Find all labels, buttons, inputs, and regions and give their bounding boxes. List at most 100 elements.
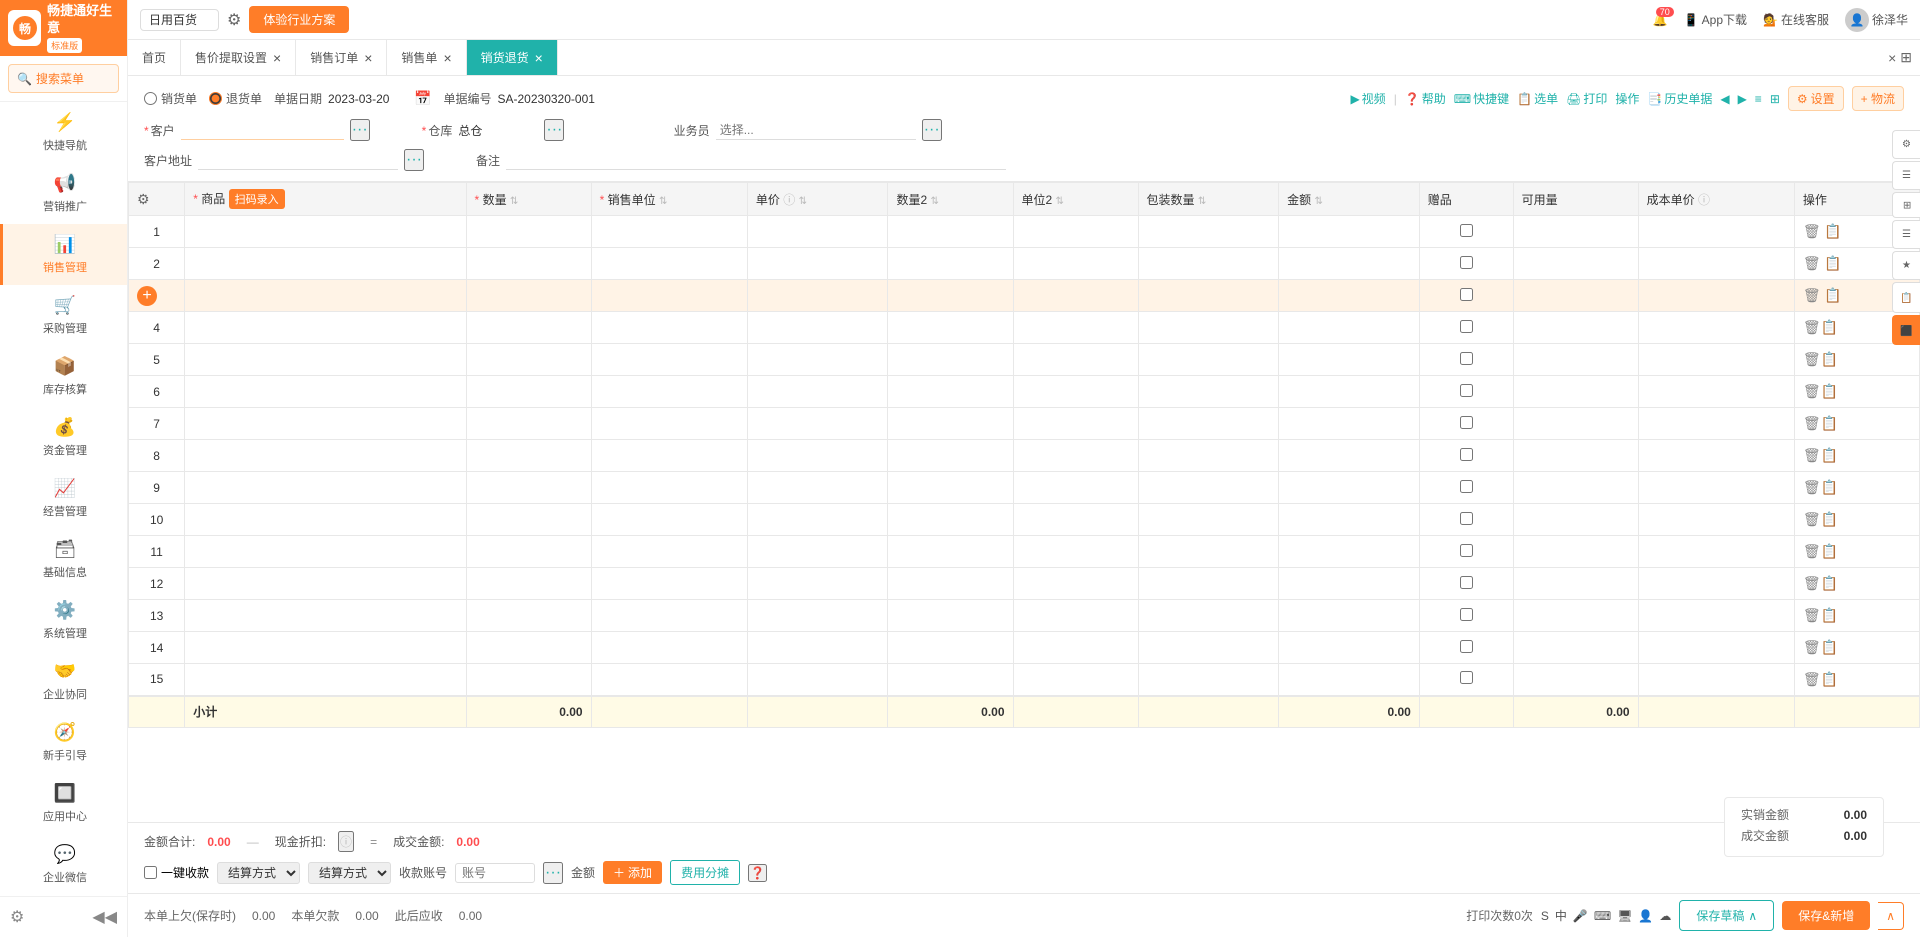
app-download-button[interactable]: 📱 App下载 xyxy=(1684,11,1747,28)
add-payment-button[interactable]: ＋ 添加 xyxy=(603,861,662,884)
notification-button[interactable]: 🔔 70 xyxy=(1653,11,1668,29)
copy-row-6-button[interactable]: 📋 xyxy=(1821,383,1838,400)
gift-checkbox-1[interactable] xyxy=(1460,224,1473,237)
price-sort-icon[interactable]: ⇅ xyxy=(799,196,807,207)
warehouse-select-button[interactable]: ··· xyxy=(544,119,564,141)
copy-row-5-button[interactable]: 📋 xyxy=(1821,351,1838,368)
form-settings-button[interactable]: ⚙ 设置 xyxy=(1788,86,1844,111)
calendar-button[interactable]: 📅 xyxy=(414,90,431,107)
video-button[interactable]: ▶ 视频 xyxy=(1350,90,1385,107)
sale-radio-label[interactable]: 销货单 xyxy=(144,90,197,107)
gift-checkbox-11[interactable] xyxy=(1460,544,1473,557)
row-3-product-input[interactable] xyxy=(193,289,457,303)
cash-discount-info-button[interactable]: ⓘ xyxy=(338,831,354,852)
row-2-product[interactable] xyxy=(185,248,466,280)
tab-order[interactable]: 销售订单 × xyxy=(296,40,387,76)
delete-row-12-button[interactable]: 🗑 xyxy=(1803,575,1821,592)
side-star-button[interactable]: ★ xyxy=(1892,251,1920,280)
tab-order-close[interactable]: × xyxy=(364,51,372,65)
online-service-button[interactable]: 💁 在线客服 xyxy=(1763,11,1829,28)
salesperson-input[interactable] xyxy=(716,121,916,140)
tab-sale[interactable]: 销售单 × xyxy=(387,40,466,76)
gift-checkbox-7[interactable] xyxy=(1460,416,1473,429)
row-2-cost[interactable] xyxy=(1638,248,1794,280)
one-click-payment-checkbox[interactable]: 一键收款 xyxy=(144,864,209,881)
copy-row-10-button[interactable]: 📋 xyxy=(1821,511,1838,528)
copy-row-4-button[interactable]: 📋 xyxy=(1821,319,1838,336)
sidebar-item-jingying[interactable]: 📈 经营管理 xyxy=(0,468,127,529)
delete-row-5-button[interactable]: 🗑 xyxy=(1803,351,1821,368)
return-radio[interactable] xyxy=(209,92,222,105)
help-button[interactable]: ❓ 帮助 xyxy=(1405,90,1446,107)
delete-row-8-button[interactable]: 🗑 xyxy=(1803,447,1821,464)
row-1-unit2[interactable] xyxy=(1013,216,1138,248)
select-order-button[interactable]: 📋 选单 xyxy=(1517,90,1558,107)
row-3-gift[interactable] xyxy=(1419,280,1513,312)
sidebar-item-jichu[interactable]: 🗃 基础信息 xyxy=(0,529,127,590)
add-logistics-button[interactable]: + 物流 xyxy=(1852,86,1904,111)
row-2-unit2[interactable] xyxy=(1013,248,1138,280)
row-3-unit[interactable] xyxy=(591,280,747,312)
qty2-sort-icon[interactable]: ⇅ xyxy=(931,196,939,207)
amount-sort-icon[interactable]: ⇅ xyxy=(1315,196,1323,207)
delete-row-11-button[interactable]: 🗑 xyxy=(1803,543,1821,560)
row-2-available[interactable] xyxy=(1513,248,1638,280)
salesperson-select-button[interactable]: ··· xyxy=(922,119,942,141)
row-3-pkg[interactable] xyxy=(1138,280,1279,312)
grid-view-button[interactable]: ⊞ xyxy=(1770,92,1780,106)
row-1-product[interactable] xyxy=(185,216,466,248)
industry-select[interactable]: 日用百货 xyxy=(140,9,219,31)
row-1-gift[interactable] xyxy=(1419,216,1513,248)
print-button[interactable]: 🖨 打印 xyxy=(1566,90,1607,107)
sidebar-item-xinshou[interactable]: 🧭 新手引导 xyxy=(0,712,127,773)
calc-method-select[interactable]: 结算方式 xyxy=(308,862,391,884)
side-active-button[interactable]: ⬛ xyxy=(1892,315,1920,345)
sale-radio[interactable] xyxy=(144,92,157,105)
copy-row-2-button[interactable]: 📋 xyxy=(1824,255,1841,272)
tab-maximize-button[interactable]: ⊞ xyxy=(1900,49,1912,66)
row-3-price[interactable] xyxy=(747,280,888,312)
sidebar-item-qiye[interactable]: 🤝 企业协同 xyxy=(0,651,127,712)
row-2-amount[interactable] xyxy=(1279,248,1420,280)
row-1-amount[interactable] xyxy=(1279,216,1420,248)
copy-row-11-button[interactable]: 📋 xyxy=(1821,543,1838,560)
delete-row-6-button[interactable]: 🗑 xyxy=(1803,383,1821,400)
save-split-button[interactable]: ∧ xyxy=(1878,902,1904,930)
sidebar-item-kuaijie[interactable]: ⚡ 快捷导航 xyxy=(0,102,127,163)
history-button[interactable]: 📑 历史单据 xyxy=(1647,90,1712,107)
operate-button[interactable]: 操作 xyxy=(1615,90,1639,107)
copy-row-1-button[interactable]: 📋 xyxy=(1824,223,1841,240)
delete-row-1-button[interactable]: 🗑 xyxy=(1803,223,1821,240)
sidebar-item-xiaoshou[interactable]: 📊 销售管理 xyxy=(0,224,127,285)
gift-checkbox-10[interactable] xyxy=(1460,512,1473,525)
delete-row-3-button[interactable]: 🗑 xyxy=(1803,287,1821,304)
row-3-available[interactable] xyxy=(1513,280,1638,312)
delete-row-9-button[interactable]: 🗑 xyxy=(1803,479,1821,496)
side-grid-button[interactable]: ⊞ xyxy=(1892,192,1920,218)
delete-row-14-button[interactable]: 🗑 xyxy=(1803,639,1821,656)
row-1-unit[interactable] xyxy=(591,216,747,248)
settlement-method-select[interactable]: 结算方式 xyxy=(217,862,300,884)
save-new-button[interactable]: 保存&新增 xyxy=(1782,901,1870,930)
topbar-gear-button[interactable]: ⚙ xyxy=(227,10,241,30)
qty-sort-icon[interactable]: ⇅ xyxy=(510,196,518,207)
copy-row-13-button[interactable]: 📋 xyxy=(1821,607,1838,624)
delete-row-7-button[interactable]: 🗑 xyxy=(1803,415,1821,432)
experience-plan-button[interactable]: 体验行业方案 xyxy=(249,6,349,33)
row-2-gift[interactable] xyxy=(1419,248,1513,280)
gift-checkbox-5[interactable] xyxy=(1460,352,1473,365)
save-draft-button[interactable]: 保存草稿 ∧ xyxy=(1679,900,1774,931)
gift-checkbox-12[interactable] xyxy=(1460,576,1473,589)
notes-input[interactable] xyxy=(506,151,1006,170)
row-1-price[interactable] xyxy=(747,216,888,248)
gift-checkbox-13[interactable] xyxy=(1460,608,1473,621)
sidebar-item-caigou[interactable]: 🛒 采购管理 xyxy=(0,285,127,346)
gift-checkbox-3[interactable] xyxy=(1460,288,1473,301)
row-3-qty2[interactable] xyxy=(888,280,1013,312)
copy-row-8-button[interactable]: 📋 xyxy=(1821,447,1838,464)
account-select-button[interactable]: ··· xyxy=(543,862,563,884)
gift-checkbox-15[interactable] xyxy=(1460,671,1473,684)
side-list2-button[interactable]: ☰ xyxy=(1892,220,1920,249)
sidebar-item-yingyong[interactable]: 🔲 应用中心 xyxy=(0,773,127,834)
gift-checkbox-8[interactable] xyxy=(1460,448,1473,461)
